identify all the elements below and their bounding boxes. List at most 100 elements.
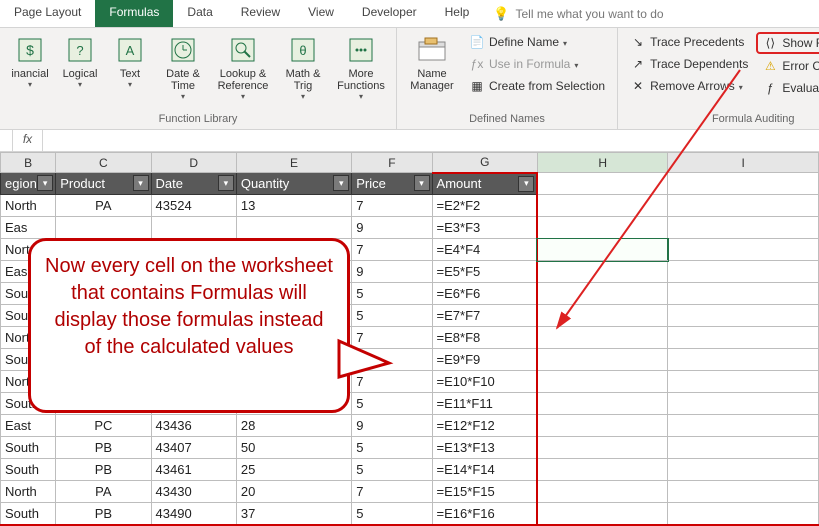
cell[interactable]: PB — [56, 459, 151, 481]
header-region[interactable]: egion▾ — [1, 173, 56, 195]
cell[interactable]: =E14*F14 — [432, 459, 537, 481]
cell[interactable]: 5 — [352, 305, 432, 327]
col-header-D[interactable]: D — [151, 153, 236, 173]
tab-view[interactable]: View — [294, 0, 348, 27]
cell[interactable]: 7 — [352, 481, 432, 503]
cell[interactable] — [537, 459, 667, 481]
cell[interactable]: 43436 — [151, 415, 236, 437]
cell[interactable]: South — [1, 437, 56, 459]
cell[interactable]: 5 — [352, 283, 432, 305]
cell[interactable] — [668, 283, 819, 305]
filter-icon[interactable]: ▾ — [333, 175, 349, 191]
cell[interactable]: 43524 — [151, 195, 236, 217]
name-box[interactable] — [0, 130, 13, 151]
date-time-button[interactable]: Date & Time — [156, 32, 210, 104]
header-product[interactable]: Product▾ — [56, 173, 151, 195]
cell[interactable]: PA — [56, 481, 151, 503]
col-header-C[interactable]: C — [56, 153, 151, 173]
cell[interactable] — [537, 349, 667, 371]
cell-empty[interactable] — [668, 173, 819, 195]
tab-review[interactable]: Review — [227, 0, 294, 27]
cell[interactable] — [537, 217, 667, 239]
formula-input[interactable] — [43, 130, 819, 151]
cell[interactable]: 43407 — [151, 437, 236, 459]
cell[interactable]: PB — [56, 437, 151, 459]
tab-data[interactable]: Data — [173, 0, 226, 27]
more-functions-button[interactable]: More Functions — [332, 32, 390, 104]
header-date[interactable]: Date▾ — [151, 173, 236, 195]
cell[interactable] — [537, 327, 667, 349]
cell[interactable]: 7 — [352, 239, 432, 261]
tab-page-layout[interactable]: Page Layout — [0, 0, 95, 27]
cell[interactable] — [668, 217, 819, 239]
cell[interactable] — [537, 239, 667, 261]
cell[interactable]: =E10*F10 — [432, 371, 537, 393]
col-header-F[interactable]: F — [352, 153, 432, 173]
cell[interactable]: 5 — [352, 393, 432, 415]
create-from-selection-button[interactable]: ▦Create from Selection — [463, 76, 611, 96]
cell[interactable] — [668, 305, 819, 327]
col-header-I[interactable]: I — [668, 153, 819, 173]
cell[interactable]: =E2*F2 — [432, 195, 537, 217]
header-amount[interactable]: Amount▾ — [432, 173, 537, 195]
cell[interactable]: 43430 — [151, 481, 236, 503]
remove-arrows-button[interactable]: ✕Remove Arrows — [624, 76, 754, 96]
cell[interactable]: 25 — [236, 459, 351, 481]
cell[interactable] — [668, 393, 819, 415]
cell[interactable] — [537, 371, 667, 393]
tab-help[interactable]: Help — [431, 0, 484, 27]
cell[interactable]: 7 — [352, 195, 432, 217]
cell[interactable]: 5 — [352, 437, 432, 459]
cell[interactable] — [668, 503, 819, 525]
filter-icon[interactable]: ▾ — [218, 175, 234, 191]
cell[interactable]: South — [1, 459, 56, 481]
cell[interactable]: PC — [56, 415, 151, 437]
col-header-E[interactable]: E — [236, 153, 351, 173]
cell[interactable] — [537, 195, 667, 217]
logical-button[interactable]: ?Logical — [56, 32, 104, 92]
cell[interactable] — [668, 415, 819, 437]
cell[interactable] — [668, 349, 819, 371]
error-checking-button[interactable]: ⚠Error Checking — [756, 56, 819, 76]
cell[interactable] — [537, 393, 667, 415]
cell[interactable]: =E11*F11 — [432, 393, 537, 415]
cell[interactable] — [668, 261, 819, 283]
filter-icon[interactable]: ▾ — [414, 175, 430, 191]
math-trig-button[interactable]: θMath & Trig — [276, 32, 330, 104]
cell[interactable]: 20 — [236, 481, 351, 503]
cell[interactable]: =E9*F9 — [432, 349, 537, 371]
cell[interactable]: 13 — [236, 195, 351, 217]
cell[interactable] — [236, 217, 351, 239]
cell[interactable] — [668, 371, 819, 393]
cell[interactable]: North — [1, 481, 56, 503]
cell[interactable] — [537, 503, 667, 525]
cell[interactable]: =E13*F13 — [432, 437, 537, 459]
show-formulas-button[interactable]: ⟨⟩Show Formulas — [756, 32, 819, 54]
cell[interactable] — [537, 261, 667, 283]
cell[interactable]: North — [1, 195, 56, 217]
cell[interactable]: East — [1, 415, 56, 437]
header-quantity[interactable]: Quantity▾ — [236, 173, 351, 195]
header-price[interactable]: Price▾ — [352, 173, 432, 195]
cell[interactable] — [668, 481, 819, 503]
col-header-B[interactable]: B — [1, 153, 56, 173]
cell[interactable]: PB — [56, 503, 151, 525]
cell[interactable]: =E8*F8 — [432, 327, 537, 349]
tell-me[interactable]: 💡 Tell me what you want to do — [483, 0, 673, 27]
cell[interactable] — [151, 217, 236, 239]
cell[interactable] — [668, 195, 819, 217]
cell[interactable]: 43461 — [151, 459, 236, 481]
use-in-formula-button[interactable]: ƒxUse in Formula — [463, 54, 611, 74]
cell[interactable]: 50 — [236, 437, 351, 459]
cell[interactable]: =E5*F5 — [432, 261, 537, 283]
cell[interactable]: 5 — [352, 503, 432, 525]
filter-icon[interactable]: ▾ — [37, 175, 53, 191]
cell[interactable] — [537, 437, 667, 459]
fx-label[interactable]: fx — [13, 130, 43, 151]
cell[interactable] — [668, 459, 819, 481]
cell[interactable]: =E4*F4 — [432, 239, 537, 261]
cell[interactable]: =E6*F6 — [432, 283, 537, 305]
cell[interactable] — [537, 481, 667, 503]
cell[interactable]: =E3*F3 — [432, 217, 537, 239]
col-header-G[interactable]: G — [432, 153, 537, 173]
